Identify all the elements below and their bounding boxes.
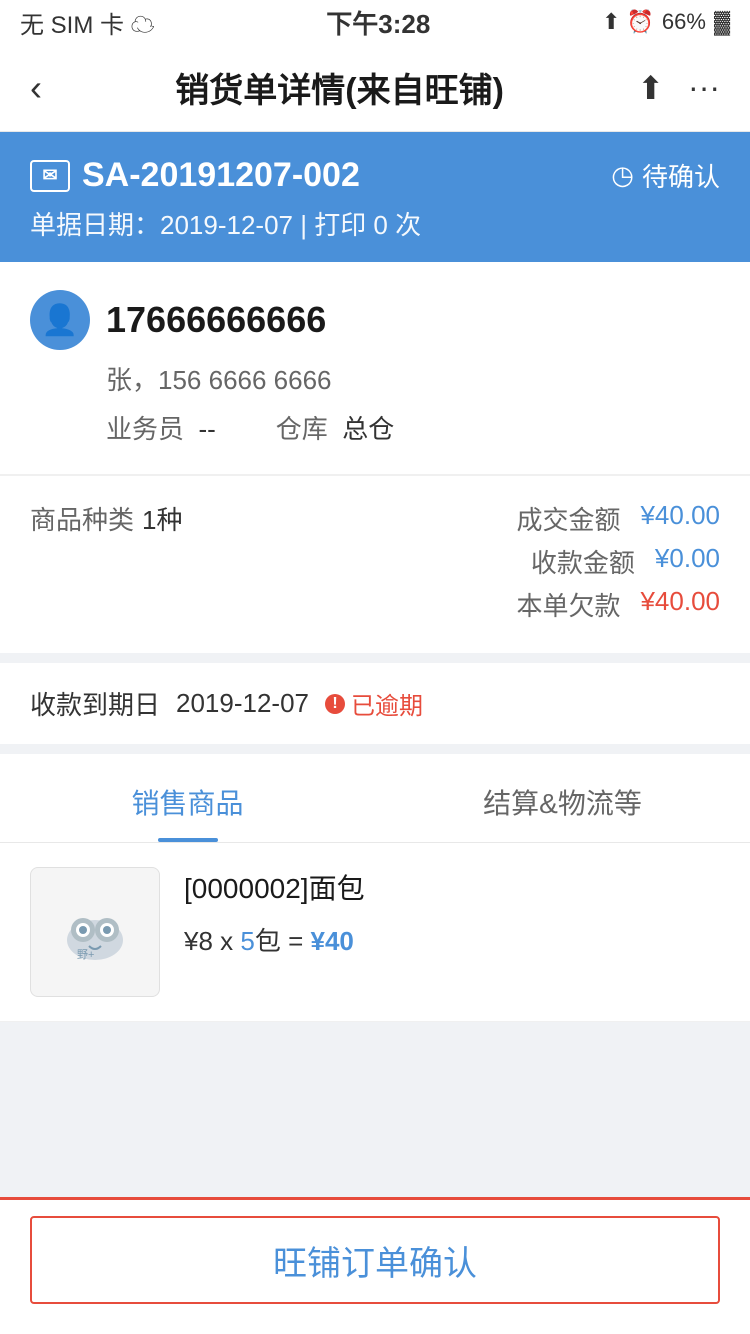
battery-level: 66% <box>662 9 706 35</box>
nav-bar: ‹ 销货单详情(来自旺铺) ⬆ ··· <box>0 44 750 132</box>
page-title: 销货单详情(来自旺铺) <box>175 63 504 112</box>
received-label: 收款金额 <box>531 543 635 580</box>
status-left: 无 SIM 卡 ☁ <box>20 5 155 40</box>
customer-sub: 张，156 6666 6666 <box>106 360 720 397</box>
overdue-icon: ! <box>325 694 345 714</box>
customer-section: 👤 17666666666 张，156 6666 6666 业务员 -- 仓库 … <box>0 262 750 475</box>
product-name: [0000002]面包 <box>184 867 720 907</box>
amount-row-1: 成交金额 ¥40.00 <box>516 500 720 537</box>
sales-label-text: 业务员 <box>106 414 184 444</box>
total-price: ¥40 <box>311 926 354 956</box>
amounts: 成交金额 ¥40.00 收款金额 ¥0.00 本单欠款 ¥40.00 <box>516 500 720 629</box>
battery-shape: ▓ <box>714 9 730 35</box>
order-icon: ✉ <box>30 160 70 192</box>
price-text: ¥8 x <box>184 926 240 956</box>
amount-row-3: 本单欠款 ¥40.00 <box>516 586 720 623</box>
overdue-badge: ! 已逾期 <box>325 686 423 721</box>
product-image: 野+ <box>30 867 160 997</box>
equals-text: = <box>281 926 311 956</box>
warehouse-label: 仓库 总仓 <box>276 409 394 446</box>
received-value: ¥0.00 <box>655 543 720 580</box>
amount-label: 成交金额 <box>516 500 620 537</box>
tabs-section: 销售商品 结算&物流等 <box>0 754 750 843</box>
sales-label: 业务员 -- <box>106 409 216 446</box>
more-icon[interactable]: ··· <box>688 69 720 106</box>
customer-name: 17666666666 <box>106 299 326 341</box>
tab-sales-products-label: 销售商品 <box>131 788 243 819</box>
due-label: 收款到期日 <box>30 685 160 722</box>
qty-text: 5 <box>240 926 254 956</box>
product-type-label: 商品种类 <box>30 500 134 537</box>
confirm-button[interactable]: 旺铺订单确认 <box>30 1216 720 1304</box>
info-grid: 商品种类 1种 成交金额 ¥40.00 收款金额 ¥0.00 本单欠款 ¥40.… <box>30 500 720 629</box>
due-date-section: 收款到期日 2019-12-07 ! 已逾期 <box>0 663 750 754</box>
avatar-icon: 👤 <box>41 303 78 338</box>
product-logo-svg: 野+ <box>55 902 135 962</box>
bottom-action-bar: 旺铺订单确认 <box>0 1197 750 1334</box>
customer-meta: 业务员 -- 仓库 总仓 <box>106 409 720 446</box>
due-date: 2019-12-07 <box>176 688 309 719</box>
amount-row-2: 收款金额 ¥0.00 <box>516 543 720 580</box>
tabs-row: 销售商品 结算&物流等 <box>0 754 750 842</box>
order-id-text: SA-20191207-002 <box>82 156 360 195</box>
warehouse-value: 总仓 <box>342 414 394 444</box>
share-icon[interactable]: ⬆ <box>637 69 664 107</box>
overdue-text: 已逾期 <box>351 686 423 721</box>
owe-value: ¥40.00 <box>640 586 720 623</box>
nav-actions: ⬆ ··· <box>637 69 720 107</box>
product-type: 商品种类 1种 <box>30 500 182 541</box>
order-status: ◷ 待确认 <box>611 157 720 194</box>
unit-text: 包 <box>255 926 281 956</box>
product-price: ¥8 x 5包 = ¥40 <box>184 921 720 958</box>
avatar: 👤 <box>30 290 90 350</box>
tab-sales-products[interactable]: 销售商品 <box>0 754 375 842</box>
order-date: 单据日期：2019-12-07 | 打印 0 次 <box>30 205 720 242</box>
order-id: ✉ SA-20191207-002 <box>30 156 360 195</box>
product-item: 野+ [0000002]面包 ¥8 x 5包 = ¥40 <box>0 843 750 1022</box>
status-text: 待确认 <box>642 157 720 194</box>
amount-value: ¥40.00 <box>640 500 720 537</box>
no-sim-text: 无 SIM 卡 ☁ <box>20 5 155 40</box>
status-clock-icon: ◷ <box>611 160 634 191</box>
back-button[interactable]: ‹ <box>30 67 42 109</box>
status-time: 下午3:28 <box>326 4 430 41</box>
warehouse-label-text: 仓库 <box>276 414 328 444</box>
customer-row: 👤 17666666666 <box>30 290 720 350</box>
tab-settlement[interactable]: 结算&物流等 <box>375 754 750 842</box>
order-header: ✉ SA-20191207-002 ◷ 待确认 单据日期：2019-12-07 … <box>0 132 750 262</box>
svg-text:野+: 野+ <box>77 948 94 961</box>
status-bar: 无 SIM 卡 ☁ 下午3:28 ⬆ ⏰ 66% ▓ <box>0 0 750 44</box>
order-info-section: 商品种类 1种 成交金额 ¥40.00 收款金额 ¥0.00 本单欠款 ¥40.… <box>0 475 750 663</box>
product-info: [0000002]面包 ¥8 x 5包 = ¥40 <box>184 867 720 958</box>
product-type-value: 1种 <box>142 500 182 537</box>
status-right: ⬆ ⏰ 66% ▓ <box>602 9 730 35</box>
owe-label: 本单欠款 <box>516 586 620 623</box>
sales-value: -- <box>198 414 215 444</box>
tab-settlement-label: 结算&物流等 <box>483 788 642 819</box>
battery-icon: ⬆ ⏰ <box>602 9 654 35</box>
